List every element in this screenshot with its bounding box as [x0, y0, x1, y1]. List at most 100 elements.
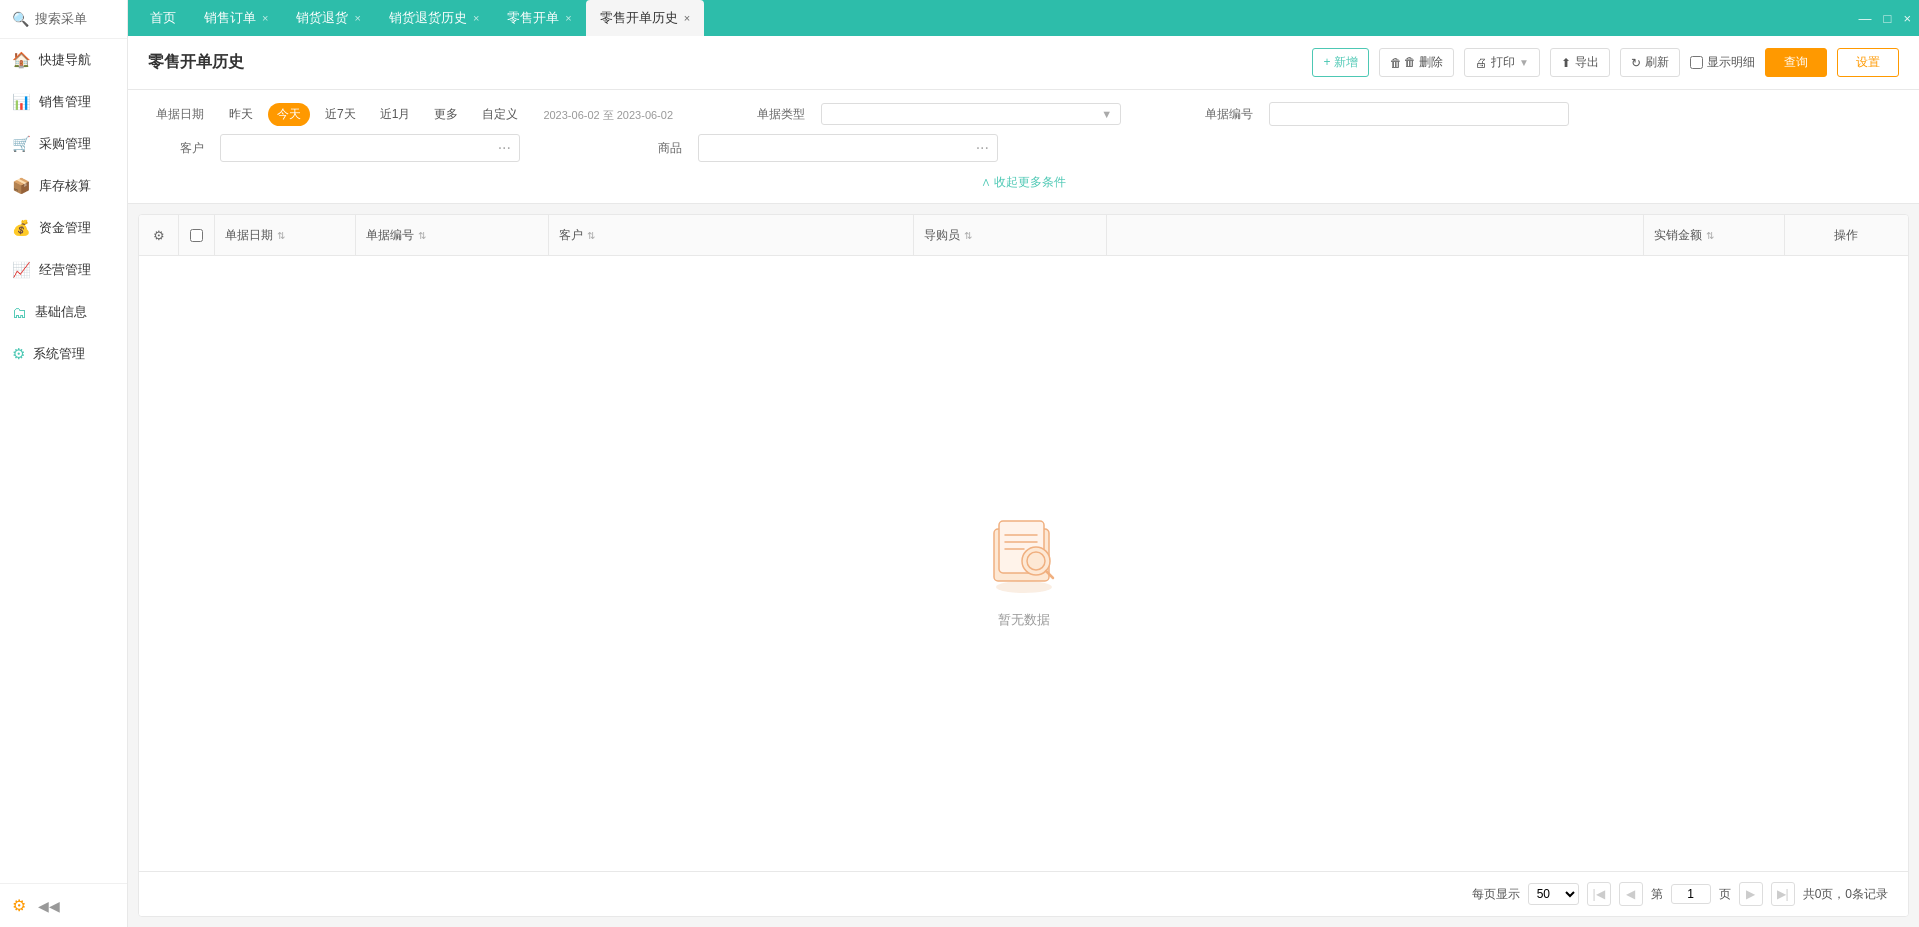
sidebar-item-finance[interactable]: 💰 资金管理	[0, 207, 127, 249]
page-prev-btn[interactable]: ◀	[1619, 882, 1643, 906]
th-actions: 操作	[1785, 215, 1908, 255]
refresh-button[interactable]: ↻ 刷新	[1620, 48, 1680, 77]
collapse-section: ∧ 收起更多条件	[148, 170, 1899, 195]
tab-sales-return-close[interactable]: ×	[354, 12, 360, 24]
filter-area: 单据日期 昨天 今天 近7天 近1月 更多 自定义 2023-06-02 至 2…	[128, 90, 1919, 204]
window-max-btn[interactable]: □	[1884, 11, 1892, 26]
tab-sales-order-close[interactable]: ×	[262, 12, 268, 24]
th-customer[interactable]: 客户 ⇅	[549, 215, 914, 255]
sidebar-item-label: 资金管理	[39, 219, 91, 237]
sidebar-item-inventory[interactable]: 📦 库存核算	[0, 165, 127, 207]
select-all-checkbox-cell[interactable]	[179, 215, 215, 255]
date-btn-last-month[interactable]: 近1月	[371, 103, 420, 126]
date-btn-more[interactable]: 更多	[425, 103, 467, 126]
sidebar-item-sys-mgmt[interactable]: ⚙ 系统管理	[0, 333, 127, 375]
sidebar-item-operations[interactable]: 📈 经营管理	[0, 249, 127, 291]
sidebar-item-label: 经营管理	[39, 261, 91, 279]
sidebar-search[interactable]: 🔍 搜索采单	[0, 0, 127, 39]
settings-button[interactable]: 设置	[1837, 48, 1899, 77]
page-label: 第	[1651, 886, 1663, 903]
window-close-btn[interactable]: ×	[1903, 11, 1911, 26]
date-btn-last7[interactable]: 近7天	[316, 103, 365, 126]
chevron-down-icon: ▼	[1101, 108, 1112, 120]
sidebar-collapse-icon[interactable]: ◀◀	[38, 898, 60, 914]
page-last-btn[interactable]: ▶|	[1771, 882, 1795, 906]
home-icon: 🏠	[12, 51, 31, 69]
sidebar-item-label: 快捷导航	[39, 51, 91, 69]
th-no[interactable]: 单据编号 ⇅	[356, 215, 549, 255]
pagination-summary: 共0页，0条记录	[1803, 886, 1888, 903]
tab-retail-open-history-close[interactable]: ×	[684, 12, 690, 24]
operations-icon: 📈	[12, 261, 31, 279]
print-button[interactable]: 🖨 打印 ▼	[1464, 48, 1540, 77]
show-detail-checkbox-label[interactable]: 显示明细	[1690, 54, 1755, 71]
page-next-btn[interactable]: ▶	[1739, 882, 1763, 906]
show-detail-checkbox[interactable]	[1690, 56, 1703, 69]
empty-illustration	[974, 499, 1074, 599]
date-btn-today[interactable]: 今天	[268, 103, 310, 126]
tab-retail-open-close[interactable]: ×	[565, 12, 571, 24]
tab-retail-open[interactable]: 零售开单 ×	[493, 0, 585, 36]
page-header: 零售开单历史 + 新增 🗑 🗑 删除 🖨 打印 ▼ ⬆ 导出	[128, 36, 1919, 90]
tab-retail-open-history[interactable]: 零售开单历史 ×	[586, 0, 704, 36]
date-btn-custom[interactable]: 自定义	[473, 103, 527, 126]
doc-no-label: 单据编号	[1197, 106, 1253, 123]
th-salesperson[interactable]: 导购员 ⇅	[914, 215, 1107, 255]
select-all-checkbox[interactable]	[190, 229, 203, 242]
page-title: 零售开单历史	[148, 52, 244, 73]
doc-type-select[interactable]: ▼	[821, 103, 1121, 125]
th-amount[interactable]: 实销金额 ⇅	[1644, 215, 1785, 255]
tab-sales-order-label: 销售订单	[204, 9, 256, 27]
customer-dots-icon: ···	[498, 139, 511, 157]
sales-icon: 📊	[12, 93, 31, 111]
tab-sales-return-history[interactable]: 销货退货历史 ×	[375, 0, 493, 36]
query-button[interactable]: 查询	[1765, 48, 1827, 77]
sidebar-item-label: 销售管理	[39, 93, 91, 111]
tab-sales-return-history-label: 销货退货历史	[389, 9, 467, 27]
empty-text: 暂无数据	[998, 611, 1050, 629]
sidebar-item-label: 基础信息	[35, 303, 87, 321]
page-first-btn[interactable]: |◀	[1587, 882, 1611, 906]
th-date[interactable]: 单据日期 ⇅	[215, 215, 356, 255]
sidebar-item-sales-mgmt[interactable]: 📊 销售管理	[0, 81, 127, 123]
page-input[interactable]	[1671, 884, 1711, 904]
product-label: 商品	[626, 140, 682, 157]
baseinfo-icon: 🗂	[12, 304, 27, 321]
export-icon: ⬆	[1561, 56, 1571, 70]
sidebar-item-label: 库存核算	[39, 177, 91, 195]
sidebar-item-purchase-mgmt[interactable]: 🛒 采购管理	[0, 123, 127, 165]
column-settings-icon[interactable]: ⚙	[139, 215, 179, 255]
window-min-btn[interactable]: —	[1859, 11, 1872, 26]
settings-gear-icon[interactable]: ⚙	[12, 896, 26, 915]
top-nav: 首页 销售订单 × 销货退货 × 销货退货历史 × 零售开单 × 零售开单历史 …	[128, 0, 1919, 36]
customer-select[interactable]: ···	[220, 134, 520, 162]
date-btn-yesterday[interactable]: 昨天	[220, 103, 262, 126]
tab-sales-return[interactable]: 销货退货 ×	[282, 0, 374, 36]
collapse-button[interactable]: ∧ 收起更多条件	[981, 170, 1066, 195]
product-dots-icon: ···	[976, 139, 989, 157]
tab-home[interactable]: 首页	[136, 0, 190, 36]
top-nav-right: — □ ×	[1859, 11, 1911, 26]
table-header: ⚙ 单据日期 ⇅ 单据编号 ⇅ 客户 ⇅ 导购员 ⇅	[139, 215, 1908, 256]
inventory-icon: 📦	[12, 177, 31, 195]
product-select[interactable]: ···	[698, 134, 998, 162]
sort-amount-icon: ⇅	[1706, 230, 1714, 241]
sort-date-icon: ⇅	[277, 230, 285, 241]
tab-sales-return-label: 销货退货	[296, 9, 348, 27]
doc-no-input[interactable]	[1269, 102, 1569, 126]
page-size-select[interactable]: 50 10 20 100	[1528, 883, 1579, 905]
sidebar-item-quick-nav[interactable]: 🏠 快捷导航	[0, 39, 127, 81]
tab-sales-return-history-close[interactable]: ×	[473, 12, 479, 24]
delete-icon: 🗑	[1390, 56, 1402, 70]
content: 零售开单历史 + 新增 🗑 🗑 删除 🖨 打印 ▼ ⬆ 导出	[128, 36, 1919, 927]
tab-retail-open-history-label: 零售开单历史	[600, 9, 678, 27]
sidebar: 🔍 搜索采单 🏠 快捷导航 📊 销售管理 🛒 采购管理 📦 库存核算 💰 资金管…	[0, 0, 128, 927]
delete-button[interactable]: 🗑 🗑 删除	[1379, 48, 1454, 77]
sidebar-item-base-info[interactable]: 🗂 基础信息	[0, 291, 127, 333]
filter-dates: 昨天 今天 近7天 近1月 更多 自定义	[220, 103, 527, 126]
tab-sales-order[interactable]: 销售订单 ×	[190, 0, 282, 36]
doc-type-label: 单据类型	[749, 106, 805, 123]
export-button[interactable]: ⬆ 导出	[1550, 48, 1610, 77]
add-button[interactable]: + 新增	[1312, 48, 1368, 77]
print-icon: 🖨	[1475, 56, 1487, 70]
